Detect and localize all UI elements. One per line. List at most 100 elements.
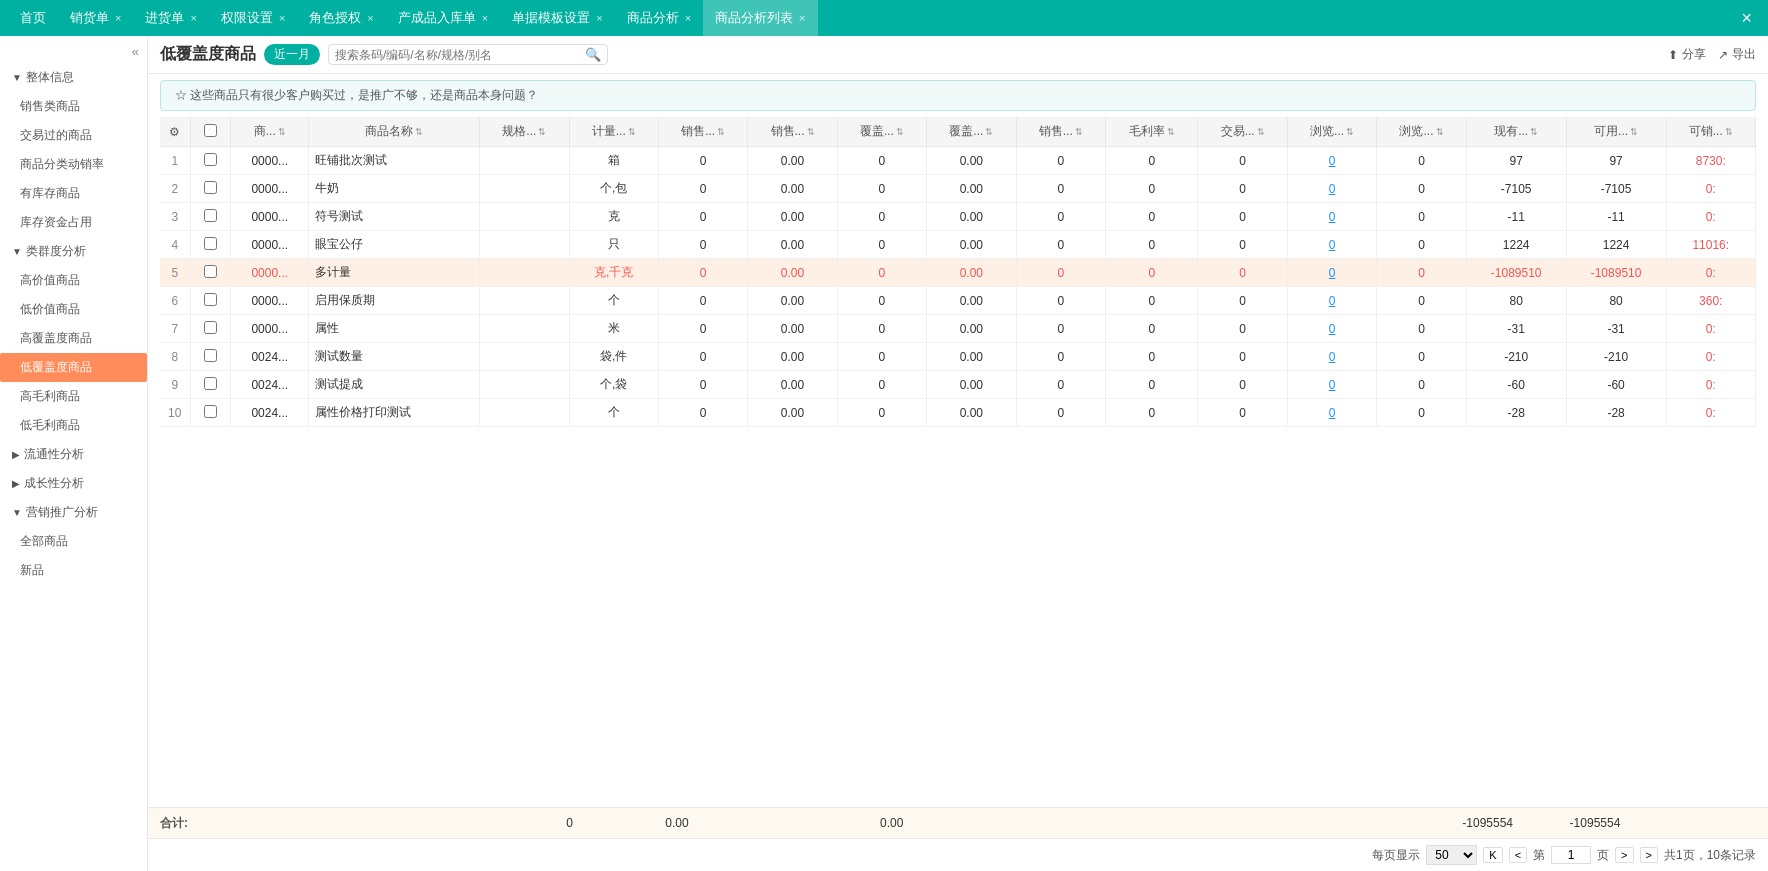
browse1-link[interactable]: 0 — [1329, 210, 1336, 224]
browse1-link[interactable]: 0 — [1329, 154, 1336, 168]
nav-tab-template-settings[interactable]: 单据模板设置 × — [500, 0, 614, 36]
browse1-link[interactable]: 0 — [1329, 322, 1336, 336]
sidebar-item-traded-goods[interactable]: 交易过的商品 — [0, 121, 147, 150]
row-browse1[interactable]: 0 — [1287, 287, 1376, 315]
gross-margin-column-header[interactable]: 毛利率⇅ — [1105, 117, 1198, 147]
close-template-tab-icon[interactable]: × — [596, 12, 602, 24]
row-checkbox[interactable] — [190, 315, 231, 343]
close-analysis-list-tab-icon[interactable]: × — [799, 12, 805, 24]
row-checkbox[interactable] — [190, 203, 231, 231]
close-finished-goods-tab-icon[interactable]: × — [482, 12, 488, 24]
search-icon[interactable]: 🔍 — [585, 47, 601, 62]
row-browse1[interactable]: 0 — [1287, 371, 1376, 399]
row-browse1[interactable]: 0 — [1287, 315, 1376, 343]
sidebar-collapse-button[interactable]: « — [132, 44, 139, 59]
nav-tab-product-analysis[interactable]: 商品分析 × — [615, 0, 703, 36]
browse1-column-header[interactable]: 浏览...⇅ — [1287, 117, 1376, 147]
sidebar-item-high-margin[interactable]: 高毛利商品 — [0, 382, 147, 411]
row-browse1[interactable]: 0 — [1287, 203, 1376, 231]
row-select-checkbox[interactable] — [204, 377, 217, 390]
sales-qty-column-header[interactable]: 销售...⇅ — [658, 117, 747, 147]
sidebar-item-high-coverage[interactable]: 高覆盖度商品 — [0, 324, 147, 353]
row-checkbox[interactable] — [190, 147, 231, 175]
close-permissions-tab-icon[interactable]: × — [279, 12, 285, 24]
browse1-link[interactable]: 0 — [1329, 266, 1336, 280]
row-checkbox[interactable] — [190, 343, 231, 371]
nav-tab-analysis-list[interactable]: 商品分析列表 × — [703, 0, 817, 36]
browse1-link[interactable]: 0 — [1329, 294, 1336, 308]
sidebar-item-category-rate[interactable]: 商品分类动销率 — [0, 150, 147, 179]
current-stock-column-header[interactable]: 现有...⇅ — [1466, 117, 1566, 147]
sidebar-item-low-margin[interactable]: 低毛利商品 — [0, 411, 147, 440]
settings-column-header[interactable]: ⚙ — [160, 117, 190, 147]
row-checkbox[interactable] — [190, 287, 231, 315]
last-page-button[interactable]: > — [1640, 847, 1658, 863]
checkbox-column-header[interactable] — [190, 117, 231, 147]
row-select-checkbox[interactable] — [204, 265, 217, 278]
close-purchase-tab-icon[interactable]: × — [190, 12, 196, 24]
close-sales-tab-icon[interactable]: × — [115, 12, 121, 24]
sidebar-item-in-stock[interactable]: 有库存商品 — [0, 179, 147, 208]
row-select-checkbox[interactable] — [204, 181, 217, 194]
cov1-column-header[interactable]: 覆盖...⇅ — [837, 117, 926, 147]
sidebar-item-high-value[interactable]: 高价值商品 — [0, 266, 147, 295]
browse1-link[interactable]: 0 — [1329, 238, 1336, 252]
next-page-button[interactable]: > — [1615, 847, 1633, 863]
close-all-button[interactable]: × — [1733, 8, 1760, 29]
sales-amt-column-header[interactable]: 销售...⇅ — [748, 117, 837, 147]
sidebar-group-liquidity[interactable]: ▶ 流通性分析 — [0, 440, 147, 469]
search-input[interactable] — [335, 48, 585, 62]
row-checkbox[interactable] — [190, 399, 231, 427]
sidebar-group-marketing[interactable]: ▼ 营销推广分析 — [0, 498, 147, 527]
row-browse1[interactable]: 0 — [1287, 175, 1376, 203]
browse1-link[interactable]: 0 — [1329, 378, 1336, 392]
nav-tab-permissions[interactable]: 权限设置 × — [209, 0, 297, 36]
row-select-checkbox[interactable] — [204, 153, 217, 166]
spec-column-header[interactable]: 规格...⇅ — [480, 117, 569, 147]
row-browse1[interactable]: 0 — [1287, 147, 1376, 175]
row-select-checkbox[interactable] — [204, 209, 217, 222]
nav-tab-purchase[interactable]: 进货单 × — [133, 0, 208, 36]
close-roles-tab-icon[interactable]: × — [367, 12, 373, 24]
sidebar-item-sales-goods[interactable]: 销售类商品 — [0, 92, 147, 121]
sidebar-item-low-coverage[interactable]: 低覆盖度商品 — [0, 353, 147, 382]
page-number-input[interactable] — [1551, 846, 1591, 864]
sidebar-item-new-products[interactable]: 新品 — [0, 556, 147, 585]
row-select-checkbox[interactable] — [204, 321, 217, 334]
browse1-link[interactable]: 0 — [1329, 182, 1336, 196]
row-browse1[interactable]: 0 — [1287, 343, 1376, 371]
select-all-checkbox[interactable] — [204, 124, 217, 137]
unit-column-header[interactable]: 计量...⇅ — [569, 117, 658, 147]
code-column-header[interactable]: 商...⇅ — [231, 117, 309, 147]
cov2-column-header[interactable]: 覆盖...⇅ — [927, 117, 1016, 147]
row-checkbox[interactable] — [190, 175, 231, 203]
browse1-link[interactable]: 0 — [1329, 350, 1336, 364]
sidebar-group-growth[interactable]: ▶ 成长性分析 — [0, 469, 147, 498]
sidebar-group-class-analysis[interactable]: ▼ 类群度分析 — [0, 237, 147, 266]
row-select-checkbox[interactable] — [204, 293, 217, 306]
prev-page-button[interactable]: < — [1509, 847, 1527, 863]
browse1-link[interactable]: 0 — [1329, 406, 1336, 420]
name-column-header[interactable]: 商品名称⇅ — [309, 117, 480, 147]
close-product-analysis-tab-icon[interactable]: × — [685, 12, 691, 24]
first-page-button[interactable]: K — [1483, 847, 1502, 863]
export-button[interactable]: ↗ 导出 — [1718, 46, 1756, 63]
nav-tab-roles[interactable]: 角色授权 × — [297, 0, 385, 36]
nav-tab-finished-goods[interactable]: 产成品入库单 × — [386, 0, 500, 36]
row-browse1[interactable]: 0 — [1287, 259, 1376, 287]
row-checkbox[interactable] — [190, 371, 231, 399]
nav-tab-sales[interactable]: 销货单 × — [58, 0, 133, 36]
row-select-checkbox[interactable] — [204, 405, 217, 418]
sidebar-item-stock-capital[interactable]: 库存资金占用 — [0, 208, 147, 237]
available-column-header[interactable]: 可用...⇅ — [1566, 117, 1666, 147]
sidebar-group-overall-info[interactable]: ▼ 整体信息 — [0, 63, 147, 92]
row-select-checkbox[interactable] — [204, 349, 217, 362]
per-page-select[interactable]: 50 10 20 100 — [1426, 845, 1477, 865]
sales3-column-header[interactable]: 销售...⇅ — [1016, 117, 1105, 147]
sellable-column-header[interactable]: 可销...⇅ — [1666, 117, 1755, 147]
sidebar-item-low-value[interactable]: 低价值商品 — [0, 295, 147, 324]
row-checkbox[interactable] — [190, 259, 231, 287]
row-browse1[interactable]: 0 — [1287, 231, 1376, 259]
row-select-checkbox[interactable] — [204, 237, 217, 250]
transaction-column-header[interactable]: 交易...⇅ — [1198, 117, 1287, 147]
